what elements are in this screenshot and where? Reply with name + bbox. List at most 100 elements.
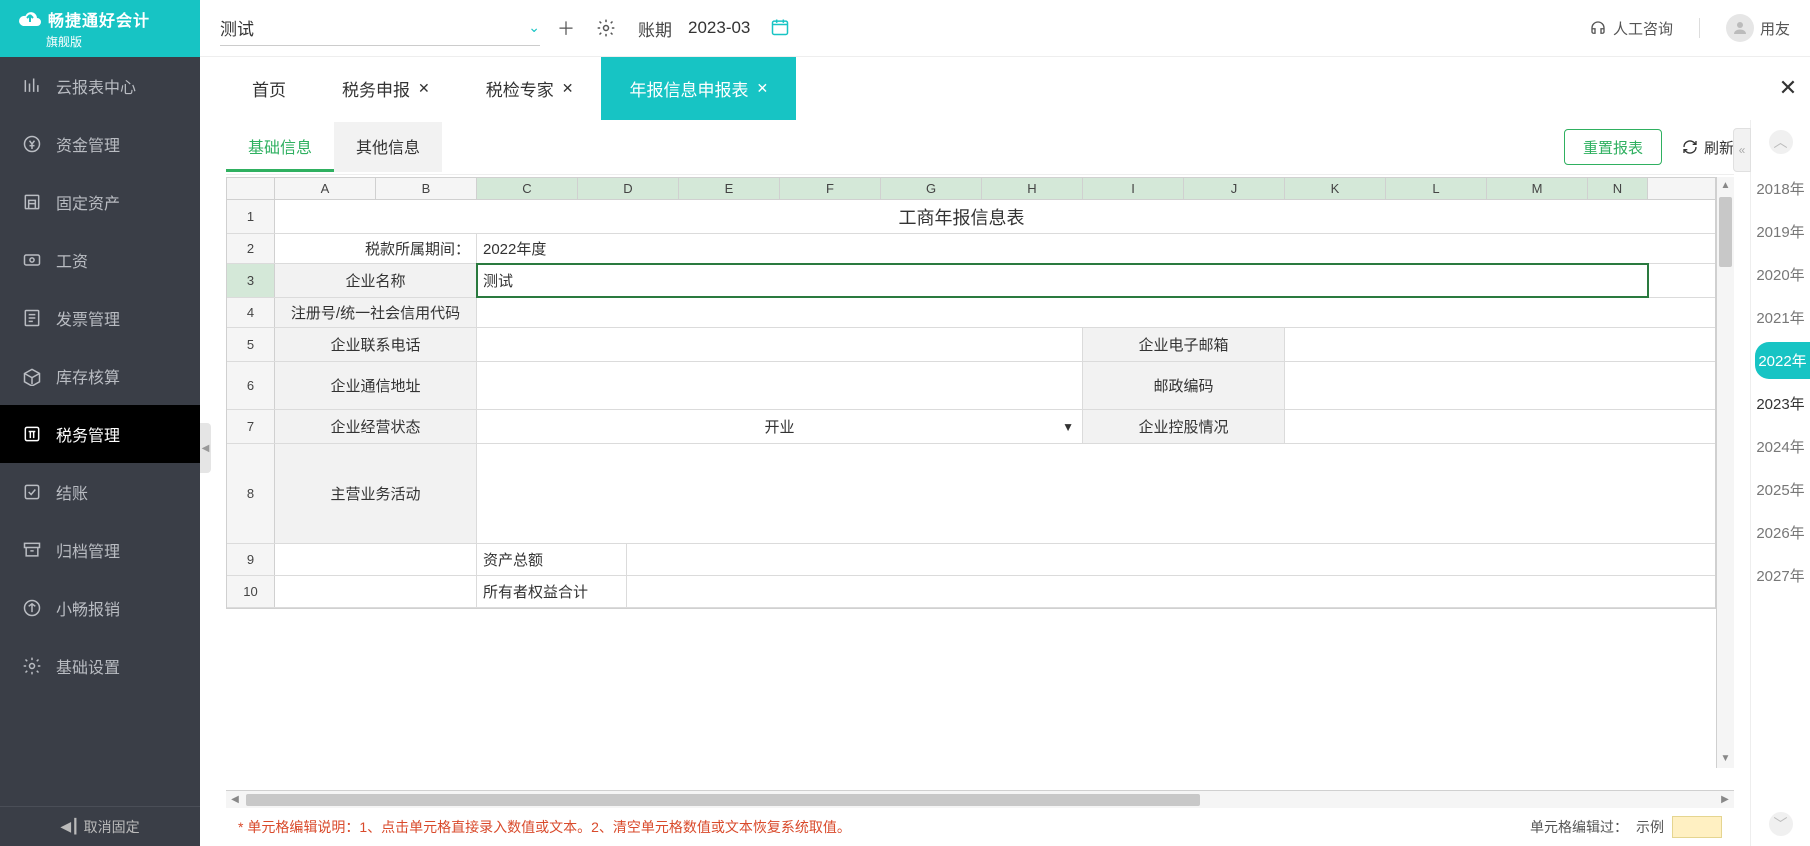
close-icon[interactable]: ✕	[756, 80, 768, 97]
scrollbar-thumb[interactable]	[246, 794, 1200, 806]
sheet-corner[interactable]	[227, 178, 275, 199]
reg-code-value[interactable]	[477, 298, 1648, 327]
row-header[interactable]: 1	[227, 200, 275, 233]
rail-scroll-down[interactable]: ﹀	[1769, 812, 1793, 836]
col-header[interactable]: C	[477, 178, 578, 199]
vertical-scrollbar[interactable]: ▲ ▼	[1716, 177, 1734, 768]
year-2023[interactable]: 2023年	[1751, 385, 1810, 422]
subtab-basic[interactable]: 基础信息	[226, 122, 334, 172]
row-header[interactable]: 4	[227, 298, 275, 327]
row-header[interactable]: 7	[227, 410, 275, 443]
col-header[interactable]: H	[982, 178, 1083, 199]
sidebar-item-fixed-assets[interactable]: 固定资产	[0, 173, 200, 231]
row-header[interactable]: 9	[227, 544, 275, 575]
cloud-icon	[18, 9, 42, 29]
address-value[interactable]	[477, 362, 1083, 409]
tab-home[interactable]: 首页	[224, 57, 314, 120]
year-2020[interactable]: 2020年	[1751, 256, 1810, 293]
close-icon[interactable]: ✕	[562, 80, 574, 97]
sidebar-item-invoice[interactable]: 发票管理	[0, 289, 200, 347]
status-value[interactable]: 开业 ▼	[477, 410, 1083, 443]
scroll-down-icon[interactable]: ▼	[1717, 750, 1734, 768]
col-header[interactable]: I	[1083, 178, 1184, 199]
row-header[interactable]: 8	[227, 444, 275, 543]
close-all-tabs[interactable]: ✕	[1774, 75, 1802, 101]
col-header[interactable]: B	[376, 178, 477, 199]
col-header[interactable]: E	[679, 178, 780, 199]
consult-link[interactable]: 人工咨询	[1589, 18, 1673, 39]
period-value: 2023-03	[688, 18, 750, 38]
sidebar-unpin-label: 取消固定	[84, 817, 140, 837]
company-name-value[interactable]: 测试	[477, 264, 1648, 297]
user-menu[interactable]: 用友	[1726, 14, 1790, 42]
reset-report-button[interactable]: 重置报表	[1564, 129, 1662, 165]
year-2021[interactable]: 2021年	[1751, 299, 1810, 336]
postcode-value[interactable]	[1285, 362, 1648, 409]
sidebar-item-settings[interactable]: 基础设置	[0, 637, 200, 695]
rail-scroll-up[interactable]: ︿	[1769, 130, 1793, 154]
col-header[interactable]: L	[1386, 178, 1487, 199]
rail-collapse-handle[interactable]: «	[1733, 128, 1751, 172]
main-biz-value[interactable]	[477, 444, 1648, 543]
scroll-left-icon[interactable]: ◀	[226, 794, 244, 805]
subtab-label: 其他信息	[356, 134, 420, 158]
total-assets-value[interactable]	[627, 544, 1648, 575]
tab-tax-declare[interactable]: 税务申报✕	[314, 57, 458, 120]
col-header[interactable]: D	[578, 178, 679, 199]
sidebar-item-inventory[interactable]: 库存核算	[0, 347, 200, 405]
year-2018[interactable]: 2018年	[1751, 170, 1810, 207]
col-header[interactable]: G	[881, 178, 982, 199]
col-header[interactable]: K	[1285, 178, 1386, 199]
row-header[interactable]: 2	[227, 234, 275, 263]
row-header[interactable]: 3	[227, 264, 275, 297]
col-header[interactable]: M	[1487, 178, 1588, 199]
year-rail: « ︿ 2018年 2019年 2020年 2021年 2022年 2023年 …	[1750, 120, 1810, 846]
blank-cell[interactable]	[275, 576, 477, 607]
year-2019[interactable]: 2019年	[1751, 213, 1810, 250]
row-header[interactable]: 5	[227, 328, 275, 361]
row-header[interactable]: 10	[227, 576, 275, 607]
year-2026[interactable]: 2026年	[1751, 514, 1810, 551]
year-2027[interactable]: 2027年	[1751, 557, 1810, 594]
col-header[interactable]: J	[1184, 178, 1285, 199]
period-value-cell[interactable]: 2022年度	[477, 234, 1648, 263]
year-2024[interactable]: 2024年	[1751, 428, 1810, 465]
brand-edition: 旗舰版	[18, 33, 200, 50]
refresh-button[interactable]: 刷新	[1682, 137, 1734, 158]
sidebar-collapse-handle[interactable]: ◀	[200, 423, 211, 473]
address-label: 企业通信地址	[275, 362, 477, 409]
tab-tax-expert[interactable]: 税检专家✕	[458, 57, 602, 120]
col-header[interactable]: F	[780, 178, 881, 199]
sidebar-item-salary[interactable]: 工资	[0, 231, 200, 289]
horizontal-scrollbar[interactable]: ◀ ▶	[226, 790, 1734, 808]
year-2022[interactable]: 2022年	[1755, 342, 1810, 379]
sidebar-item-close-account[interactable]: 结账	[0, 463, 200, 521]
scroll-right-icon[interactable]: ▶	[1716, 794, 1734, 805]
subtab-other[interactable]: 其他信息	[334, 122, 442, 172]
tab-annual-report[interactable]: 年报信息申报表✕	[601, 57, 796, 120]
row-header[interactable]: 6	[227, 362, 275, 409]
settings-gear-button[interactable]	[592, 14, 620, 42]
sidebar-item-cloud-report[interactable]: 云报表中心	[0, 57, 200, 115]
col-header[interactable]: A	[275, 178, 376, 199]
scroll-up-icon[interactable]: ▲	[1717, 177, 1734, 195]
add-button[interactable]: ＋	[552, 14, 580, 42]
reg-code-label: 注册号/统一社会信用代码	[275, 298, 477, 327]
sidebar-item-tax[interactable]: 税务管理	[0, 405, 200, 463]
scrollbar-thumb[interactable]	[1719, 197, 1732, 267]
sidebar-item-reimburse[interactable]: 小畅报销	[0, 579, 200, 637]
sidebar-item-archive[interactable]: 归档管理	[0, 521, 200, 579]
equity-value[interactable]	[627, 576, 1648, 607]
sidebar-unpin[interactable]: ◀┃ 取消固定	[0, 806, 200, 846]
gear-icon	[596, 18, 616, 38]
holding-value[interactable]	[1285, 410, 1648, 443]
calendar-icon[interactable]	[770, 17, 790, 40]
year-2025[interactable]: 2025年	[1751, 471, 1810, 508]
blank-cell[interactable]	[275, 544, 477, 575]
sidebar-item-funds[interactable]: 资金管理	[0, 115, 200, 173]
col-header[interactable]: N	[1588, 178, 1648, 199]
close-icon[interactable]: ✕	[418, 80, 430, 97]
company-selector[interactable]: 测试 ⌄	[220, 10, 540, 46]
email-value[interactable]	[1285, 328, 1648, 361]
phone-value[interactable]	[477, 328, 1083, 361]
